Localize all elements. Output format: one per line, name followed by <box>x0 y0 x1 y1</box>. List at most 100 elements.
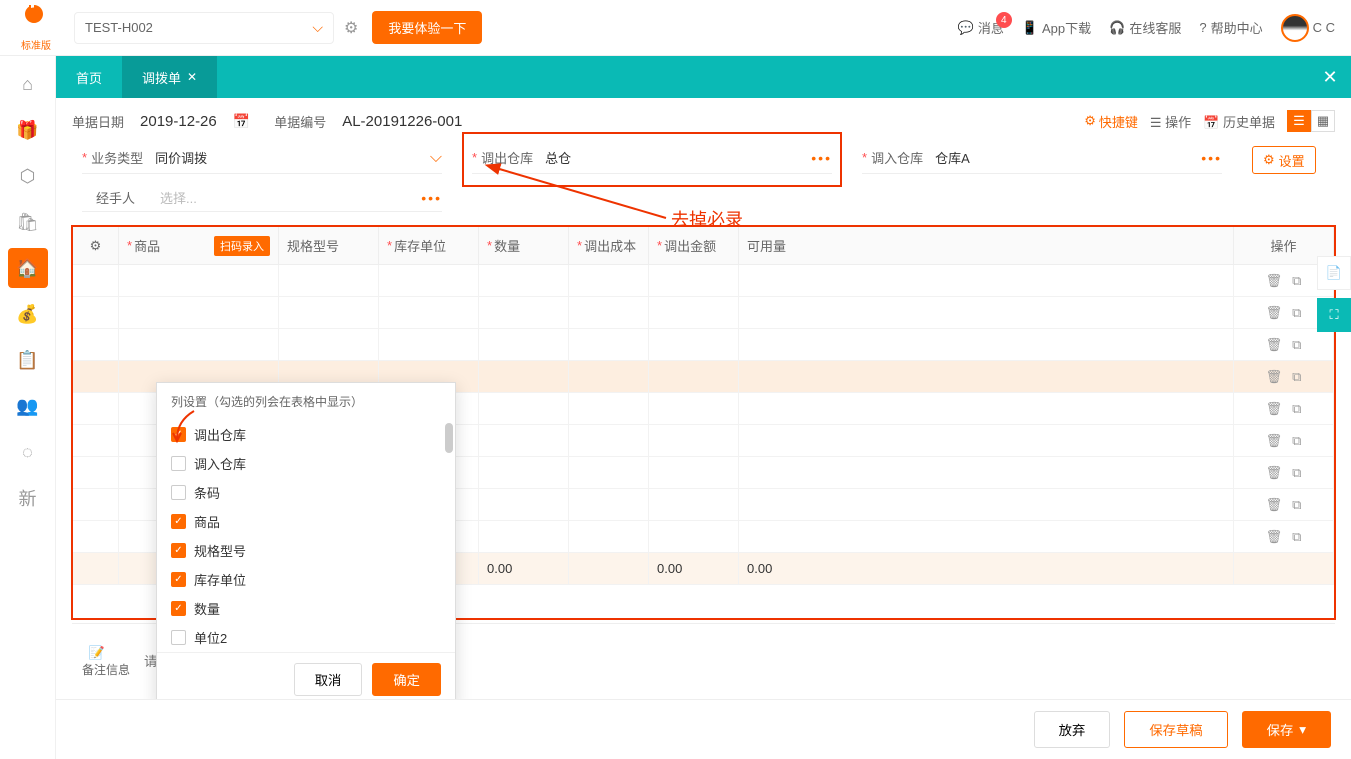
scan-button[interactable]: 扫码录入 <box>214 236 270 256</box>
messages-link[interactable]: 💬 消息 4 <box>958 18 1004 37</box>
scrollbar-thumb[interactable] <box>445 423 453 453</box>
checkbox[interactable] <box>171 456 186 471</box>
chevron-down-icon: ⌵ <box>430 149 442 167</box>
column-option[interactable]: ✓库存单位 <box>171 565 441 594</box>
nav-settings-icon[interactable]: ◌ <box>8 432 48 472</box>
user-menu[interactable]: C C <box>1281 14 1335 42</box>
delete-icon[interactable]: 🗑 <box>1266 369 1283 385</box>
out-warehouse-field[interactable]: * 调出仓库 总仓 ••• <box>472 146 832 174</box>
online-service-label: 在线客服 <box>1129 18 1181 37</box>
column-option[interactable]: ✓数量 <box>171 594 441 623</box>
tab-home[interactable]: 首页 <box>56 56 122 98</box>
column-option-label: 调出仓库 <box>194 425 246 444</box>
discard-button[interactable]: 放弃 <box>1034 711 1111 748</box>
nav-gift-icon[interactable]: 🎁 <box>8 110 48 150</box>
doc-date-value[interactable]: 2019-12-26 <box>140 113 217 130</box>
float-fullscreen-button[interactable]: ⛶ <box>1317 298 1351 332</box>
cancel-button[interactable]: 取消 <box>294 663 363 696</box>
app-download-link[interactable]: 📱 App下载 <box>1022 18 1091 37</box>
column-settings-button[interactable]: ⚙ <box>73 227 119 264</box>
side-float-buttons: 📄 ⛶ <box>1317 256 1351 332</box>
trial-button[interactable]: 我要体验一下 <box>372 11 482 44</box>
checkbox[interactable]: ✓ <box>171 601 186 616</box>
delete-icon[interactable]: 🗑 <box>1266 433 1283 449</box>
save-label: 保存 <box>1267 720 1294 739</box>
confirm-button[interactable]: 确定 <box>372 663 441 696</box>
footer-available: 0.00 <box>739 553 1234 584</box>
operate-link[interactable]: ☰ 操作 <box>1150 112 1191 131</box>
handler-field[interactable]: 经手人 选择... ••• <box>82 188 442 212</box>
column-option[interactable]: ✓ 调出仓库 <box>171 420 441 449</box>
nav-contacts-icon[interactable]: 👥 <box>8 386 48 426</box>
nav-sales-icon[interactable]: 🛍 <box>8 202 48 242</box>
column-option-label: 商品 <box>194 512 220 531</box>
float-note-button[interactable]: 📄 <box>1317 256 1351 290</box>
nav-home-icon[interactable]: ⌂ <box>8 64 48 104</box>
view-list-button[interactable]: ☰ <box>1287 110 1311 132</box>
nav-warehouse-icon[interactable]: 🏠 <box>8 248 48 288</box>
column-option[interactable]: 条码 <box>171 478 441 507</box>
checkbox[interactable] <box>171 630 186 645</box>
table-row[interactable]: 🗑⧉ <box>73 297 1334 329</box>
close-icon[interactable]: ✕ <box>187 70 197 84</box>
shortcut-link[interactable]: ⚙快捷键 <box>1084 112 1138 131</box>
chevron-down-icon: ⌵ <box>312 19 323 36</box>
checkbox[interactable]: ✓ <box>171 543 186 558</box>
org-selector[interactable]: TEST-H002 ⌵ <box>74 12 334 44</box>
delete-icon[interactable]: 🗑 <box>1266 401 1283 417</box>
calendar-icon[interactable]: 📅 <box>233 113 250 130</box>
th-unit-label: 库存单位 <box>394 236 446 255</box>
checkbox[interactable]: ✓ <box>171 427 186 442</box>
nav-finance-icon[interactable]: 💰 <box>8 294 48 334</box>
table-row[interactable]: 🗑⧉ <box>73 329 1334 361</box>
more-icon[interactable]: ••• <box>1201 150 1222 166</box>
delete-icon[interactable]: 🗑 <box>1266 305 1283 321</box>
more-icon[interactable]: ••• <box>811 150 832 166</box>
column-option[interactable]: ✓ 商品 <box>171 507 441 536</box>
in-warehouse-field[interactable]: * 调入仓库 仓库A ••• <box>862 146 1222 174</box>
tab-transfer[interactable]: 调拨单 ✕ <box>122 56 217 98</box>
column-option[interactable]: 调入仓库 <box>171 449 441 478</box>
copy-icon[interactable]: ⧉ <box>1292 369 1301 385</box>
th-spec: 规格型号 <box>279 227 379 264</box>
column-option[interactable]: 单位2 <box>171 623 441 652</box>
history-link[interactable]: 📅 历史单据 <box>1203 112 1275 131</box>
copy-icon[interactable]: ⧉ <box>1292 337 1301 353</box>
save-draft-button[interactable]: 保存草稿 <box>1124 711 1227 748</box>
app-download-label: App下载 <box>1042 18 1091 37</box>
copy-icon[interactable]: ⧉ <box>1292 305 1301 321</box>
biz-type-field[interactable]: * 业务类型 同价调拨 ⌵ <box>82 146 442 174</box>
th-cost: *调出成本 <box>569 227 649 264</box>
copy-icon[interactable]: ⧉ <box>1292 401 1301 417</box>
online-service-link[interactable]: 🎧 在线客服 <box>1109 18 1181 37</box>
help-center-link[interactable]: ? 帮助中心 <box>1199 18 1262 37</box>
config-button[interactable]: ⚙设置 <box>1252 146 1316 174</box>
column-option[interactable]: ✓规格型号 <box>171 536 441 565</box>
checkbox[interactable]: ✓ <box>171 514 186 529</box>
view-grid-button[interactable]: ▦ <box>1311 110 1335 132</box>
copy-icon[interactable]: ⧉ <box>1292 529 1301 545</box>
gear-icon[interactable]: ⚙ <box>344 18 358 38</box>
popup-list[interactable]: ✓ 调出仓库调入仓库条码 ✓ 商品 ✓规格型号✓库存单位✓数量单位2 <box>157 420 455 652</box>
delete-icon[interactable]: 🗑 <box>1266 465 1283 481</box>
delete-icon[interactable]: 🗑 <box>1266 497 1283 513</box>
table-row[interactable]: 🗑⧉ <box>73 265 1334 297</box>
checkbox[interactable]: ✓ <box>171 572 186 587</box>
tab-transfer-label: 调拨单 <box>142 68 181 87</box>
copy-icon[interactable]: ⧉ <box>1292 497 1301 513</box>
copy-icon[interactable]: ⧉ <box>1292 465 1301 481</box>
nav-report-icon[interactable]: 📋 <box>8 340 48 380</box>
save-button[interactable]: 保存▾ <box>1242 711 1331 748</box>
tabs-close-all[interactable]: ✕ <box>1309 56 1351 98</box>
copy-icon[interactable]: ⧉ <box>1292 433 1301 449</box>
delete-icon[interactable]: 🗑 <box>1266 529 1283 545</box>
copy-icon[interactable]: ⧉ <box>1292 273 1301 289</box>
nav-new-icon[interactable]: 新 <box>8 478 48 518</box>
config-label: 设置 <box>1279 151 1305 170</box>
nav-purchase-icon[interactable]: ⬡ <box>8 156 48 196</box>
operate-label: 操作 <box>1165 115 1191 130</box>
checkbox[interactable] <box>171 485 186 500</box>
delete-icon[interactable]: 🗑 <box>1266 337 1283 353</box>
more-icon[interactable]: ••• <box>421 190 442 206</box>
delete-icon[interactable]: 🗑 <box>1266 273 1283 289</box>
